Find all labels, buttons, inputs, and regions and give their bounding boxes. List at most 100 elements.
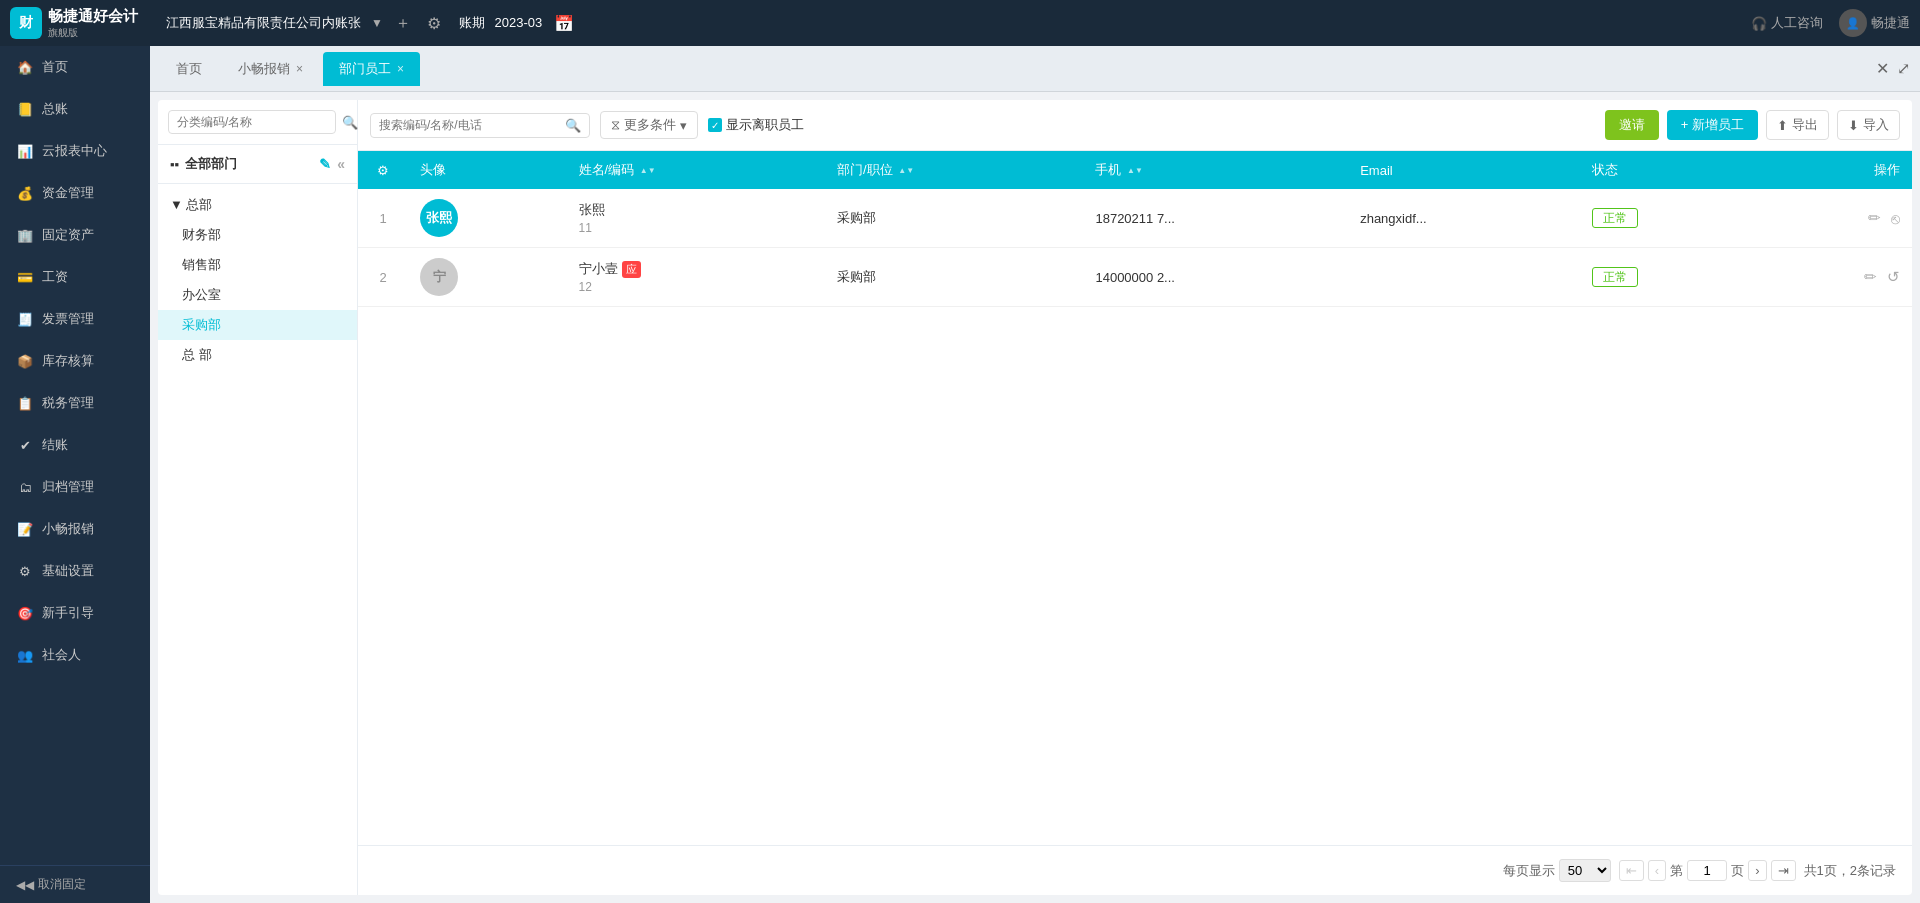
export-button[interactable]: ⬆ 导出 xyxy=(1766,110,1829,140)
sidebar-item-expense[interactable]: 📝 小畅报销 xyxy=(0,508,150,550)
last-page-btn[interactable]: ⇥ xyxy=(1771,860,1796,881)
main-layout: 🏠 首页 📒 总账 📊 云报表中心 💰 资金管理 🏢 固定资产 💳 工资 🧾 发… xyxy=(0,46,1920,903)
toolbar: 🔍 ⧖ 更多条件 ▾ ✓ 显示离职员工 邀请 + 新增员工 xyxy=(358,100,1912,151)
prev-page-btn[interactable]: ‹ xyxy=(1648,860,1666,881)
sidebar-item-archive[interactable]: 🗂 归档管理 xyxy=(0,466,150,508)
dept-node-general[interactable]: ▼ 总部 xyxy=(158,190,357,220)
resigned-checkbox[interactable]: ✓ xyxy=(708,118,722,132)
invite-button[interactable]: 邀请 xyxy=(1605,110,1659,140)
pending-tag: 应 xyxy=(622,261,641,278)
row-avatar: 张熙 xyxy=(408,189,567,248)
sidebar-item-funds[interactable]: 💰 资金管理 xyxy=(0,172,150,214)
pagination: 每页显示 50 10 20 100 ⇤ ‹ 第 页 xyxy=(358,845,1912,895)
dept-grid-icon: ▪▪ xyxy=(170,157,179,172)
close-tab-btn[interactable]: ✕ xyxy=(1876,59,1889,78)
logout-icon[interactable]: ⎋ xyxy=(1891,210,1900,227)
search-icon[interactable]: 🔍 xyxy=(565,118,581,133)
expand-tab-btn[interactable]: ⤢ xyxy=(1897,59,1910,78)
tab-dept-emp[interactable]: 部门员工 × xyxy=(323,52,420,86)
sidebar-item-close[interactable]: ✔ 结账 xyxy=(0,424,150,466)
dept-node-sales[interactable]: 销售部 xyxy=(158,250,357,280)
tab-dept-emp-close[interactable]: × xyxy=(397,62,404,76)
user-avatar: 👤 xyxy=(1839,9,1867,37)
sidebar-item-invoice[interactable]: 🧾 发票管理 xyxy=(0,298,150,340)
tab-home[interactable]: 首页 xyxy=(160,52,218,86)
first-page-btn[interactable]: ⇤ xyxy=(1619,860,1644,881)
dept-node-purchase[interactable]: 采购部 xyxy=(158,310,357,340)
avatar-circle: 宁 xyxy=(420,258,458,296)
col-dept[interactable]: 部门/职位 ▲▼ xyxy=(825,151,1083,189)
edit-icon[interactable]: ✏ xyxy=(1868,209,1881,227)
cancel-pin-btn[interactable]: ◀◀ 取消固定 xyxy=(0,865,150,903)
sidebar-item-inventory[interactable]: 📦 库存核算 xyxy=(0,340,150,382)
phone-sort-icon[interactable]: ▲▼ xyxy=(1127,166,1143,175)
table-row: 2 宁 宁小壹 应 xyxy=(358,248,1912,307)
row-dept: 采购部 xyxy=(825,248,1083,307)
dept-node-finance[interactable]: 财务部 xyxy=(158,220,357,250)
col-avatar: 头像 xyxy=(408,151,567,189)
guide-icon: 🎯 xyxy=(16,604,34,622)
import-button[interactable]: ⬇ 导入 xyxy=(1837,110,1900,140)
page-size-dropdown[interactable]: 50 10 20 100 xyxy=(1559,859,1611,882)
user-menu[interactable]: 👤 畅捷通 xyxy=(1839,9,1910,37)
row-num: 1 xyxy=(358,189,408,248)
row-status: 正常 xyxy=(1580,189,1759,248)
sidebar-item-salary[interactable]: 💳 工资 xyxy=(0,256,150,298)
name-sort-icon[interactable]: ▲▼ xyxy=(640,166,656,175)
period-label: 账期 2023-03 xyxy=(459,14,542,32)
sidebar-item-reports[interactable]: 📊 云报表中心 xyxy=(0,130,150,172)
page-number-input[interactable] xyxy=(1687,860,1727,881)
archive-icon: 🗂 xyxy=(16,478,34,496)
sidebar-item-social[interactable]: 👥 社会人 xyxy=(0,634,150,676)
row-avatar: 宁 xyxy=(408,248,567,307)
next-page-btn[interactable]: › xyxy=(1748,860,1766,881)
sidebar-item-tax[interactable]: 📋 税务管理 xyxy=(0,382,150,424)
support-btn[interactable]: 🎧 人工咨询 xyxy=(1751,14,1823,32)
search-input[interactable] xyxy=(379,118,559,132)
ledger-icon: 📒 xyxy=(16,100,34,118)
calendar-icon[interactable]: 📅 xyxy=(554,14,574,33)
page-size-select: 每页显示 50 10 20 100 xyxy=(1503,859,1611,882)
col-name[interactable]: 姓名/编码 ▲▼ xyxy=(567,151,825,189)
sidebar-item-ledger[interactable]: 📒 总账 xyxy=(0,88,150,130)
funds-icon: 💰 xyxy=(16,184,34,202)
assets-icon: 🏢 xyxy=(16,226,34,244)
add-icon[interactable]: ＋ xyxy=(395,13,411,34)
tab-expense[interactable]: 小畅报销 × xyxy=(222,52,319,86)
sidebar-item-guide[interactable]: 🎯 新手引导 xyxy=(0,592,150,634)
total-records: 共1页，2条记录 xyxy=(1804,862,1896,880)
sidebar-item-assets[interactable]: 🏢 固定资产 xyxy=(0,214,150,256)
tabs-bar: 首页 小畅报销 × 部门员工 × ✕ ⤢ xyxy=(150,46,1920,92)
dept-node-hq[interactable]: 总 部 xyxy=(158,340,357,370)
show-resigned-toggle[interactable]: ✓ 显示离职员工 xyxy=(708,116,804,134)
dept-all-header[interactable]: ▪▪ 全部部门 ✎ « xyxy=(158,145,357,184)
settings-icon[interactable]: ⚙ xyxy=(427,14,441,33)
delete-icon[interactable]: ↺ xyxy=(1887,268,1900,286)
row-actions: ✏ ↺ xyxy=(1759,248,1912,307)
employee-table-wrap: ⚙ 头像 姓名/编码 ▲▼ 部门/职位 ▲▼ xyxy=(358,151,1912,845)
dept-sort-icon[interactable]: ▲▼ xyxy=(898,166,914,175)
dept-edit-icon[interactable]: ✎ xyxy=(319,156,331,172)
logo: 财 畅捷通好会计 旗舰版 xyxy=(10,7,150,40)
sidebar-item-settings[interactable]: ⚙ 基础设置 xyxy=(0,550,150,592)
dept-search-input[interactable] xyxy=(168,110,336,134)
social-icon: 👥 xyxy=(16,646,34,664)
logo-sub: 旗舰版 xyxy=(48,26,138,40)
filter-dropdown-icon: ▾ xyxy=(680,118,687,133)
more-filter-btn[interactable]: ⧖ 更多条件 ▾ xyxy=(600,111,698,139)
dept-node-office[interactable]: 办公室 xyxy=(158,280,357,310)
dept-search-icon[interactable]: 🔍 xyxy=(342,115,358,130)
company-dropdown[interactable]: ▼ xyxy=(371,16,383,30)
col-action: 操作 xyxy=(1759,151,1912,189)
edit-icon[interactable]: ✏ xyxy=(1864,268,1877,286)
sidebar-item-home[interactable]: 🏠 首页 xyxy=(0,46,150,88)
invoice-icon: 🧾 xyxy=(16,310,34,328)
row-phone: 14000000 2... xyxy=(1083,248,1348,307)
col-setting[interactable]: ⚙ xyxy=(358,151,408,189)
add-employee-button[interactable]: + 新增员工 xyxy=(1667,110,1758,140)
reports-icon: 📊 xyxy=(16,142,34,160)
col-phone[interactable]: 手机 ▲▼ xyxy=(1083,151,1348,189)
page-nav: ⇤ ‹ 第 页 › ⇥ xyxy=(1619,860,1796,881)
tab-expense-close[interactable]: × xyxy=(296,62,303,76)
dept-collapse-icon[interactable]: « xyxy=(337,156,345,172)
